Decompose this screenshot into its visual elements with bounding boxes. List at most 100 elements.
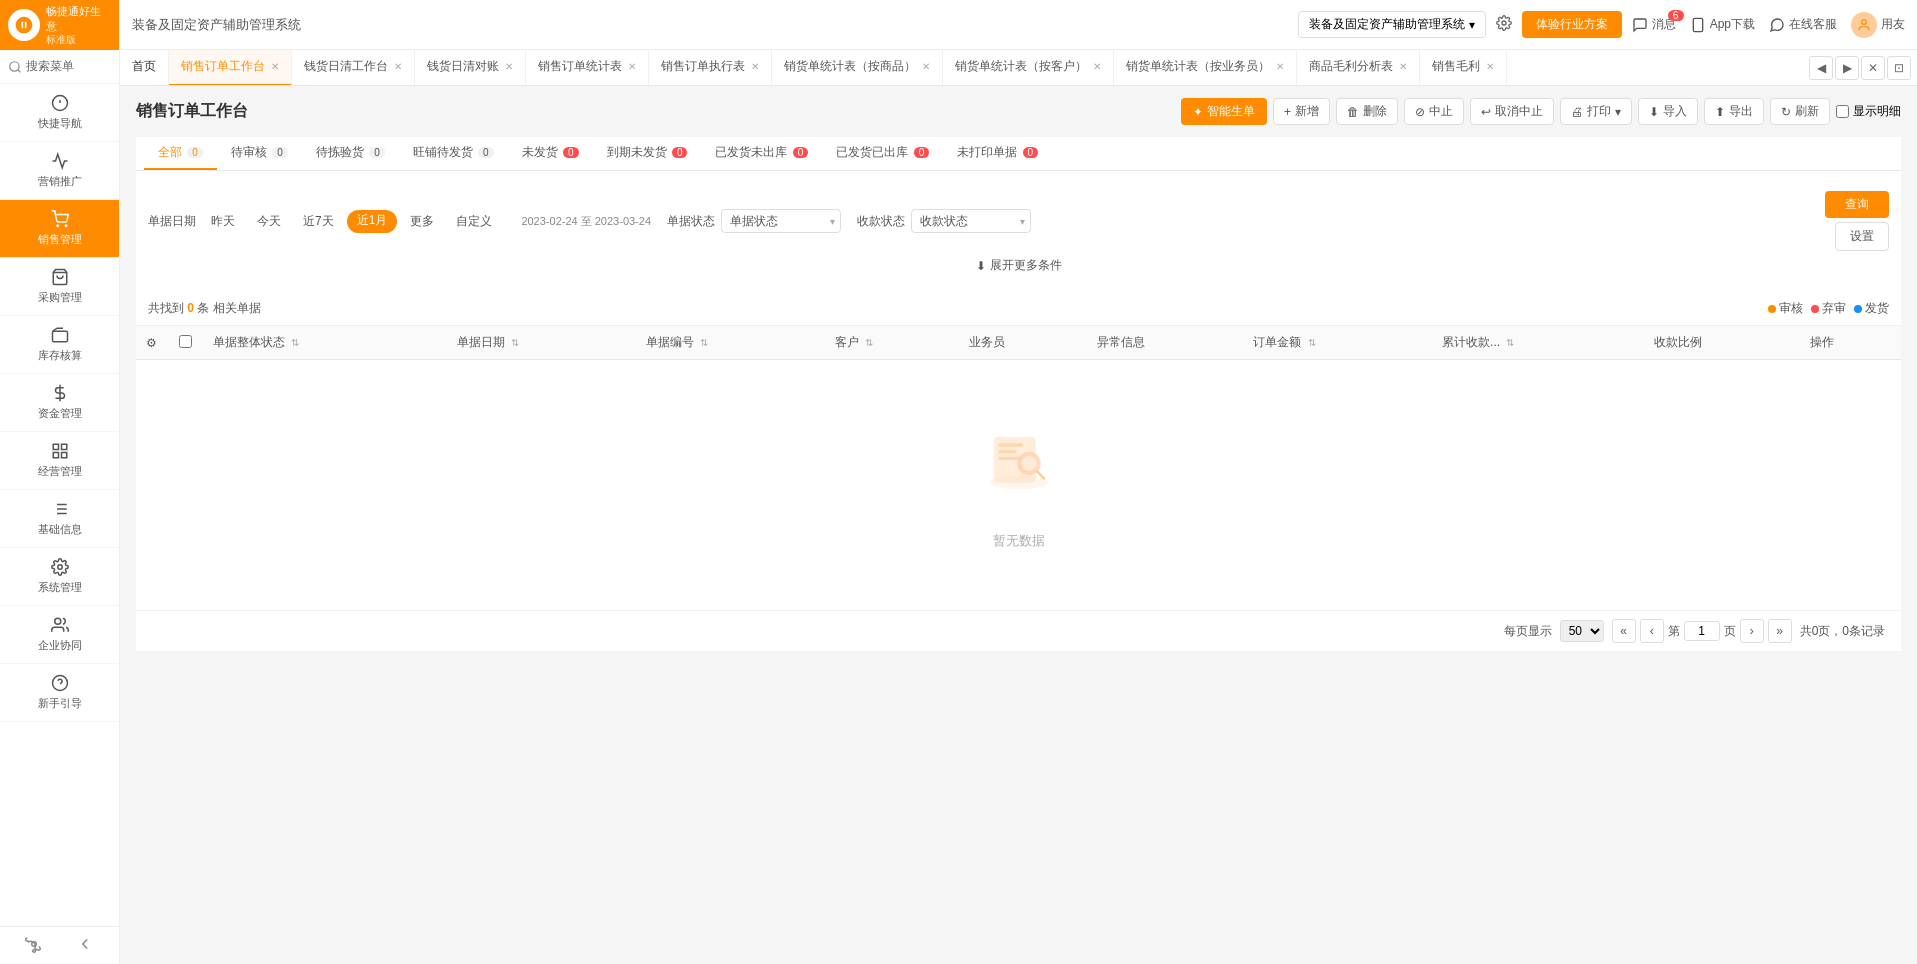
display-detail-checkbox[interactable] xyxy=(1836,105,1849,118)
sidebar-item-finance[interactable]: 资金管理 xyxy=(0,374,119,432)
page-prev-btn[interactable]: ‹ xyxy=(1640,619,1664,643)
sort-icon[interactable]: ⇅ xyxy=(1308,337,1316,348)
delete-btn[interactable]: 🗑 删除 xyxy=(1336,98,1398,125)
page-first-btn[interactable]: « xyxy=(1612,619,1636,643)
set-btn[interactable]: 设置 xyxy=(1835,222,1889,251)
tab-order-stats[interactable]: 销售订单统计表 ✕ xyxy=(526,50,649,86)
cancel-stop-btn[interactable]: ↩ 取消中止 xyxy=(1470,98,1554,125)
sidebar-item-collab[interactable]: 企业协同 xyxy=(0,606,119,664)
tab-sales-customer[interactable]: 销货单统计表（按客户） ✕ xyxy=(943,50,1114,86)
tab-daily-clear[interactable]: 钱货日清工作台 ✕ xyxy=(292,50,415,86)
tab-close-icon[interactable]: ✕ xyxy=(1276,61,1284,72)
print-btn[interactable]: 🖨 打印 ▾ xyxy=(1560,98,1632,125)
date-btn-7days[interactable]: 近7天 xyxy=(294,210,343,233)
svg-rect-31 xyxy=(998,443,1023,446)
date-btn-month[interactable]: 近1月 xyxy=(347,210,398,233)
page-last-btn[interactable]: » xyxy=(1768,619,1792,643)
red-dot xyxy=(1811,305,1819,313)
col-settings[interactable]: ⚙ xyxy=(136,326,167,360)
page-input[interactable] xyxy=(1684,621,1720,641)
tab-close-icon[interactable]: ✕ xyxy=(505,61,513,72)
sub-tab-shipped-out[interactable]: 已发货已出库 0 xyxy=(822,137,943,170)
online-service-btn[interactable]: 在线客服 xyxy=(1769,16,1837,33)
sidebar-item-nav[interactable]: 快捷导航 xyxy=(0,84,119,142)
sort-icon[interactable]: ⇅ xyxy=(865,337,873,348)
experience-btn[interactable]: 体验行业方案 xyxy=(1522,11,1622,38)
per-page-select[interactable]: 50 xyxy=(1560,620,1604,642)
date-btn-custom[interactable]: 自定义 xyxy=(447,210,501,233)
tabs-expand-btn[interactable]: ⊡ xyxy=(1887,56,1911,80)
collapse-icon[interactable] xyxy=(76,935,94,956)
refresh-btn[interactable]: ↻ 刷新 xyxy=(1770,98,1830,125)
table-scroll[interactable]: ⚙ 单据整体状态 ⇅ 单据日期 ⇅ 单据编号 xyxy=(136,326,1901,610)
sidebar-item-basic[interactable]: 基础信息 xyxy=(0,490,119,548)
tabs-close-btn[interactable]: ✕ xyxy=(1861,56,1885,80)
sidebar-item-inventory[interactable]: 库存核算 xyxy=(0,316,119,374)
sub-tab-inspection[interactable]: 待拣验货 0 xyxy=(302,137,399,170)
system-select-btn[interactable]: 装备及固定资产辅助管理系统 ▾ xyxy=(1298,11,1486,38)
sort-icon[interactable]: ⇅ xyxy=(291,337,299,348)
tab-sales-margin[interactable]: 销售毛利 ✕ xyxy=(1420,50,1507,86)
sub-tab-all[interactable]: 全部 0 xyxy=(144,137,217,170)
tab-close-icon[interactable]: ✕ xyxy=(394,61,402,72)
sidebar-item-purchase[interactable]: 采购管理 xyxy=(0,258,119,316)
sort-icon[interactable]: ⇅ xyxy=(511,337,519,348)
tab-sales-workbench[interactable]: 销售订单工作台 ✕ xyxy=(169,50,292,86)
sidebar-item-marketing[interactable]: 营销推广 xyxy=(0,142,119,200)
sub-tab-pending[interactable]: 待审核 0 xyxy=(217,137,302,170)
sub-tab-overdue[interactable]: 到期未发货 0 xyxy=(593,137,702,170)
date-btn-yesterday[interactable]: 昨天 xyxy=(202,210,244,233)
message-btn[interactable]: 6 消息 xyxy=(1632,16,1676,33)
status-select[interactable]: 单据状态 xyxy=(721,209,841,233)
cancel-review-btn[interactable]: 弃审 xyxy=(1811,300,1846,317)
tab-close-icon[interactable]: ✕ xyxy=(751,61,759,72)
sort-icon[interactable]: ⇅ xyxy=(1506,337,1514,348)
sub-tab-wangpu[interactable]: 旺铺待发货 0 xyxy=(399,137,508,170)
app-download-btn[interactable]: App下载 xyxy=(1690,16,1755,33)
tab-reconciliation[interactable]: 钱货日清对账 ✕ xyxy=(415,50,526,86)
sidebar-item-sales[interactable]: 销售管理 xyxy=(0,200,119,258)
sort-icon[interactable]: ⇅ xyxy=(700,337,708,348)
tab-close-icon[interactable]: ✕ xyxy=(628,61,636,72)
tab-close-icon[interactable]: ✕ xyxy=(1093,61,1101,72)
sub-tab-unprinted[interactable]: 未打印单据 0 xyxy=(943,137,1052,170)
tab-sales-product[interactable]: 销货单统计表（按商品） ✕ xyxy=(772,50,943,86)
user-menu[interactable]: 用友 xyxy=(1851,12,1905,38)
expand-more-btn[interactable]: ⬇ 展开更多条件 xyxy=(148,257,1889,274)
date-btn-more[interactable]: 更多 xyxy=(401,210,443,233)
select-all-checkbox[interactable] xyxy=(179,335,192,348)
sidebar-item-operations[interactable]: 经营管理 xyxy=(0,432,119,490)
sidebar-item-guide[interactable]: 新手引导 xyxy=(0,664,119,722)
stop-btn[interactable]: ⊘ 中止 xyxy=(1404,98,1464,125)
page-next-btn[interactable]: › xyxy=(1740,619,1764,643)
sidebar-item-search[interactable]: 搜索菜单 xyxy=(0,50,119,84)
display-detail-label[interactable]: 显示明细 xyxy=(1853,103,1901,120)
export-btn[interactable]: ⬆ 导出 xyxy=(1704,98,1764,125)
tab-close-icon[interactable]: ✕ xyxy=(1486,61,1494,72)
ai-generate-btn[interactable]: ✦ 智能生单 xyxy=(1181,98,1267,125)
settings-icon[interactable] xyxy=(25,935,43,956)
tab-home[interactable]: 首页 xyxy=(120,50,169,86)
tab-sales-staff[interactable]: 销货单统计表（按业务员） ✕ xyxy=(1114,50,1297,86)
tab-gross-profit[interactable]: 商品毛利分析表 ✕ xyxy=(1297,50,1420,86)
date-btn-today[interactable]: 今天 xyxy=(248,210,290,233)
import-btn[interactable]: ⬇ 导入 xyxy=(1638,98,1698,125)
sidebar-item-system[interactable]: 系统管理 xyxy=(0,548,119,606)
data-table: ⚙ 单据整体状态 ⇅ 单据日期 ⇅ 单据编号 xyxy=(136,326,1901,610)
sub-tab-unshipped[interactable]: 未发货 0 xyxy=(508,137,593,170)
review-btn[interactable]: 审核 xyxy=(1768,300,1803,317)
tab-close-icon[interactable]: ✕ xyxy=(271,61,279,72)
empty-state: 暂无数据 xyxy=(136,360,1901,610)
tab-close-icon[interactable]: ✕ xyxy=(1399,61,1407,72)
tab-close-icon[interactable]: ✕ xyxy=(922,61,930,72)
tabs-prev-btn[interactable]: ◀ xyxy=(1809,56,1833,80)
add-btn[interactable]: + 新增 xyxy=(1273,98,1330,125)
tabs-next-btn[interactable]: ▶ xyxy=(1835,56,1859,80)
tab-order-exec[interactable]: 销售订单执行表 ✕ xyxy=(649,50,772,86)
topbar-settings-icon[interactable] xyxy=(1496,15,1512,34)
ship-btn[interactable]: 发货 xyxy=(1854,300,1889,317)
query-btn[interactable]: 查询 xyxy=(1825,191,1889,218)
pay-select[interactable]: 收款状态 xyxy=(911,209,1031,233)
col-checkbox[interactable] xyxy=(167,326,203,360)
sub-tab-shipped-not-out[interactable]: 已发货未出库 0 xyxy=(701,137,822,170)
